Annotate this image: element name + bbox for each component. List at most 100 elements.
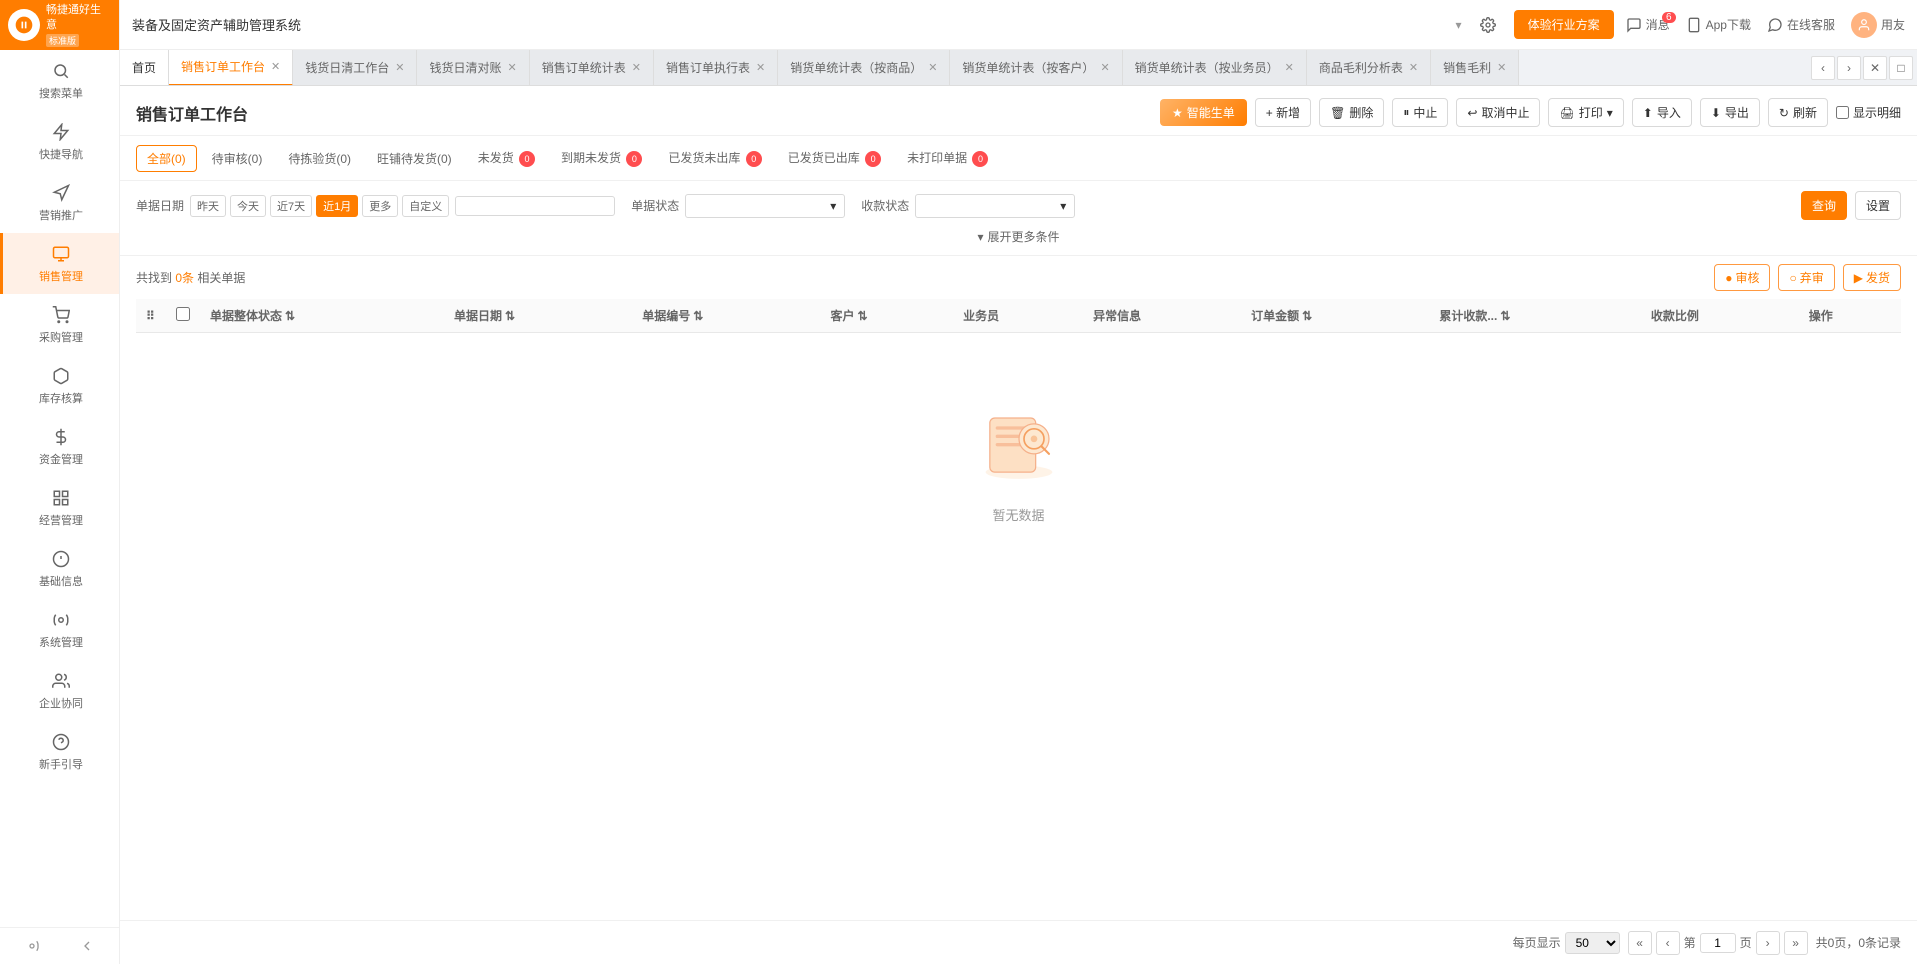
message-btn[interactable]: 消息 6 (1626, 16, 1670, 33)
filter-tab-shipped-not-out[interactable]: 已发货未出库 0 (657, 144, 772, 172)
abandon-review-btn[interactable]: ○ 弃审 (1778, 264, 1834, 291)
tab-sales-stats[interactable]: 销售订单统计表 ✕ (530, 50, 654, 86)
th-action: 操作 (1799, 299, 1901, 333)
th-number[interactable]: 单据编号 ⇅ (632, 299, 820, 333)
tab-nav-close-all[interactable]: ✕ (1863, 56, 1887, 80)
export-btn[interactable]: ⬇ 导出 (1700, 98, 1760, 127)
sidebar-item-purchase[interactable]: 采购管理 (0, 294, 119, 355)
sidebar-item-quick-nav[interactable]: 快捷导航 (0, 111, 119, 172)
tab-sales-summary-staff[interactable]: 销货单统计表（按业务员） ✕ (1123, 50, 1307, 86)
user-btn[interactable]: 用友 (1851, 12, 1905, 38)
import-btn[interactable]: ⬆ 导入 (1632, 98, 1692, 127)
tab-sales-profit[interactable]: 销售毛利 ✕ (1431, 50, 1519, 86)
tab-sales-exec[interactable]: 销售订单执行表 ✕ (654, 50, 778, 86)
topbar-arrow-icon[interactable]: ▾ (1456, 18, 1462, 32)
topbar-settings-btn[interactable] (1474, 11, 1502, 39)
not-printed-badge: 0 (972, 151, 988, 167)
tab-sales-workbench-close[interactable]: ✕ (271, 60, 280, 73)
filter-tab-all[interactable]: 全部(0) (136, 145, 197, 172)
sidebar-item-base-info[interactable]: 基础信息 (0, 538, 119, 599)
tab-sales-exec-label: 销售订单执行表 (666, 59, 750, 76)
app-download-btn[interactable]: App下载 (1686, 16, 1751, 33)
tab-nav-next[interactable]: › (1837, 56, 1861, 80)
tab-nav-maximize[interactable]: □ (1889, 56, 1913, 80)
review-action-btn[interactable]: ● 审核 (1714, 264, 1770, 291)
page-number-input[interactable]: 1 (1700, 933, 1736, 953)
delete-btn[interactable]: 🗑 删除 (1319, 98, 1384, 127)
query-btn[interactable]: 查询 (1801, 191, 1847, 220)
pause-btn[interactable]: ⏸ 中止 (1392, 98, 1448, 127)
status-select[interactable]: ▾ (685, 194, 845, 218)
settings-footer-btn[interactable] (8, 938, 56, 954)
date-btn-7days[interactable]: 近7天 (270, 195, 312, 217)
sidebar-item-finance[interactable]: 资金管理 (0, 416, 119, 477)
tab-gross-margin[interactable]: 商品毛利分析表 ✕ (1307, 50, 1431, 86)
tab-sales-workbench[interactable]: 销售订单工作台 ✕ (169, 50, 293, 86)
sidebar-item-inventory[interactable]: 库存核算 (0, 355, 119, 416)
cancel-pause-btn[interactable]: ↩ 取消中止 (1456, 98, 1540, 127)
smart-generate-btn[interactable]: ★ 智能生单 (1160, 99, 1247, 126)
th-date[interactable]: 单据日期 ⇅ (444, 299, 632, 333)
date-range-input[interactable]: 2023-02-24 至 2023-03-24 (455, 196, 615, 216)
ship-action-btn[interactable]: ▶ 发货 (1843, 264, 1901, 291)
tab-sales-profit-close[interactable]: ✕ (1497, 61, 1506, 74)
tab-nav-prev[interactable]: ‹ (1811, 56, 1835, 80)
refresh-btn[interactable]: ↻ 刷新 (1768, 98, 1828, 127)
sidebar-item-enterprise[interactable]: 企业协同 (0, 660, 119, 721)
date-btn-1month[interactable]: 近1月 (316, 195, 358, 217)
th-checkbox[interactable] (166, 299, 200, 333)
filter-tab-not-printed[interactable]: 未打印单据 0 (896, 144, 999, 172)
settings-btn[interactable]: 设置 (1855, 191, 1901, 220)
tab-sales-stats-close[interactable]: ✕ (632, 61, 641, 74)
show-details-checkbox[interactable] (1836, 106, 1849, 119)
th-amount[interactable]: 订单金额 ⇅ (1241, 299, 1429, 333)
tab-sales-summary-customer[interactable]: 销货单统计表（按客户） ✕ (950, 50, 1122, 86)
page-last-btn[interactable]: » (1784, 931, 1808, 955)
expand-conditions-btn[interactable]: ▾ 展开更多条件 (977, 228, 1059, 245)
filter-tab-wangpu[interactable]: 旺铺待发货(0) (366, 145, 463, 172)
sidebar-item-search[interactable]: 搜索菜单 (0, 50, 119, 111)
solution-btn[interactable]: 体验行业方案 (1514, 10, 1614, 39)
tab-home-label: 首页 (132, 59, 156, 76)
filter-tab-overdue[interactable]: 到期未发货 0 (550, 144, 653, 172)
tab-cash-reconcile-close[interactable]: ✕ (508, 61, 517, 74)
th-received[interactable]: 累计收款... ⇅ (1429, 299, 1640, 333)
th-status[interactable]: 单据整体状态 ⇅ (200, 299, 444, 333)
print-btn[interactable]: 🖨 打印 ▾ (1548, 98, 1623, 127)
tab-cash-reconcile[interactable]: 钱货日清对账 ✕ (417, 50, 529, 86)
sidebar-item-sales[interactable]: 销售管理 (0, 233, 119, 294)
select-all-checkbox[interactable] (176, 307, 190, 321)
filter-tab-shipped-out[interactable]: 已发货已出库 0 (777, 144, 892, 172)
payment-select[interactable]: ▾ (915, 194, 1075, 218)
sidebar-item-marketing[interactable]: 营销推广 (0, 172, 119, 233)
date-btn-custom[interactable]: 自定义 (402, 195, 449, 217)
tab-cash-daily-label: 钱货日清工作台 (305, 59, 389, 76)
tab-sales-summary-product-close[interactable]: ✕ (928, 61, 937, 74)
collapse-footer-btn[interactable] (64, 938, 112, 954)
sidebar-item-guide[interactable]: 新手引导 (0, 721, 119, 782)
date-btn-yesterday[interactable]: 昨天 (190, 195, 226, 217)
tab-sales-summary-customer-close[interactable]: ✕ (1100, 61, 1109, 74)
tab-cash-daily-close[interactable]: ✕ (395, 61, 404, 74)
page-first-btn[interactable]: « (1628, 931, 1652, 955)
tab-gross-margin-close[interactable]: ✕ (1409, 61, 1418, 74)
online-service-btn[interactable]: 在线客服 (1767, 16, 1835, 33)
date-btn-more[interactable]: 更多 (362, 195, 398, 217)
filter-tab-pending-pickup[interactable]: 待拣验货(0) (277, 145, 362, 172)
date-btn-today[interactable]: 今天 (230, 195, 266, 217)
page-size-selector[interactable]: 10 20 50 100 (1565, 932, 1620, 954)
tab-home[interactable]: 首页 (120, 50, 169, 86)
th-customer[interactable]: 客户 ⇅ (821, 299, 954, 333)
tab-sales-summary-staff-close[interactable]: ✕ (1285, 61, 1294, 74)
page-prev-btn[interactable]: ‹ (1656, 931, 1680, 955)
filter-tab-pending-review[interactable]: 待审核(0) (201, 145, 274, 172)
filter-tab-not-shipped[interactable]: 未发货 0 (467, 144, 546, 172)
sidebar-item-operations[interactable]: 经营管理 (0, 477, 119, 538)
add-btn[interactable]: + 新增 (1255, 98, 1311, 127)
page-next-btn[interactable]: › (1756, 931, 1780, 955)
tab-cash-daily[interactable]: 钱货日清工作台 ✕ (293, 50, 417, 86)
sidebar-item-system[interactable]: 系统管理 (0, 599, 119, 660)
show-details-checkbox-wrap[interactable]: 显示明细 (1836, 104, 1901, 121)
tab-sales-summary-product[interactable]: 销货单统计表（按商品） ✕ (778, 50, 950, 86)
tab-sales-exec-close[interactable]: ✕ (756, 61, 765, 74)
